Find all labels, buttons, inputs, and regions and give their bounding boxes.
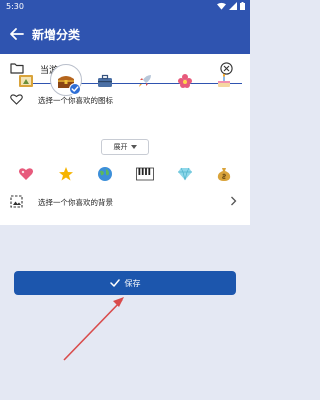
heart-icon[interactable] xyxy=(15,163,37,185)
save-button-label: 保存 xyxy=(124,278,141,288)
signal-icon xyxy=(229,2,237,10)
wifi-icon xyxy=(217,2,226,10)
chevron-right-icon xyxy=(231,196,237,206)
card-bottom-padding xyxy=(0,211,250,225)
dropdown-caret-icon xyxy=(130,145,137,149)
back-arrow-icon[interactable] xyxy=(9,26,25,42)
diamond-icon[interactable] xyxy=(174,163,196,185)
background-section-label: 选择一个你喜欢的背景 xyxy=(38,198,113,207)
expand-button[interactable]: 展开 xyxy=(101,139,149,155)
picture-frame-icon[interactable] xyxy=(15,70,37,92)
status-icons xyxy=(217,2,245,10)
star-icon[interactable] xyxy=(55,163,77,185)
checkmark-icon xyxy=(109,279,120,287)
icon-section-label: 选择一个你喜欢的图标 xyxy=(38,96,113,105)
selected-check-icon xyxy=(69,83,81,95)
briefcase-icon[interactable] xyxy=(94,70,116,92)
rocket-icon[interactable] xyxy=(134,70,156,92)
battery-icon xyxy=(240,2,245,10)
background-selector-row[interactable]: 选择一个你喜欢的背景 xyxy=(0,193,250,211)
save-button[interactable]: 保存 xyxy=(14,271,236,295)
flower-icon[interactable] xyxy=(174,70,196,92)
icon-section-header: 选择一个你喜欢的图标 xyxy=(0,91,250,107)
money-bag-icon[interactable] xyxy=(213,163,235,185)
expand-button-label: 展开 xyxy=(113,143,128,151)
background-image-icon xyxy=(10,195,23,208)
piano-keys-icon[interactable] xyxy=(134,163,156,185)
status-bar: 5:30 xyxy=(0,0,250,14)
page-title: 新增分类 xyxy=(32,28,81,42)
status-time: 5:30 xyxy=(6,2,24,11)
cake-icon[interactable] xyxy=(213,70,235,92)
heart-outline-icon xyxy=(10,94,23,105)
globe-icon[interactable] xyxy=(94,163,116,185)
app-bar: 新增分类 xyxy=(0,14,250,54)
